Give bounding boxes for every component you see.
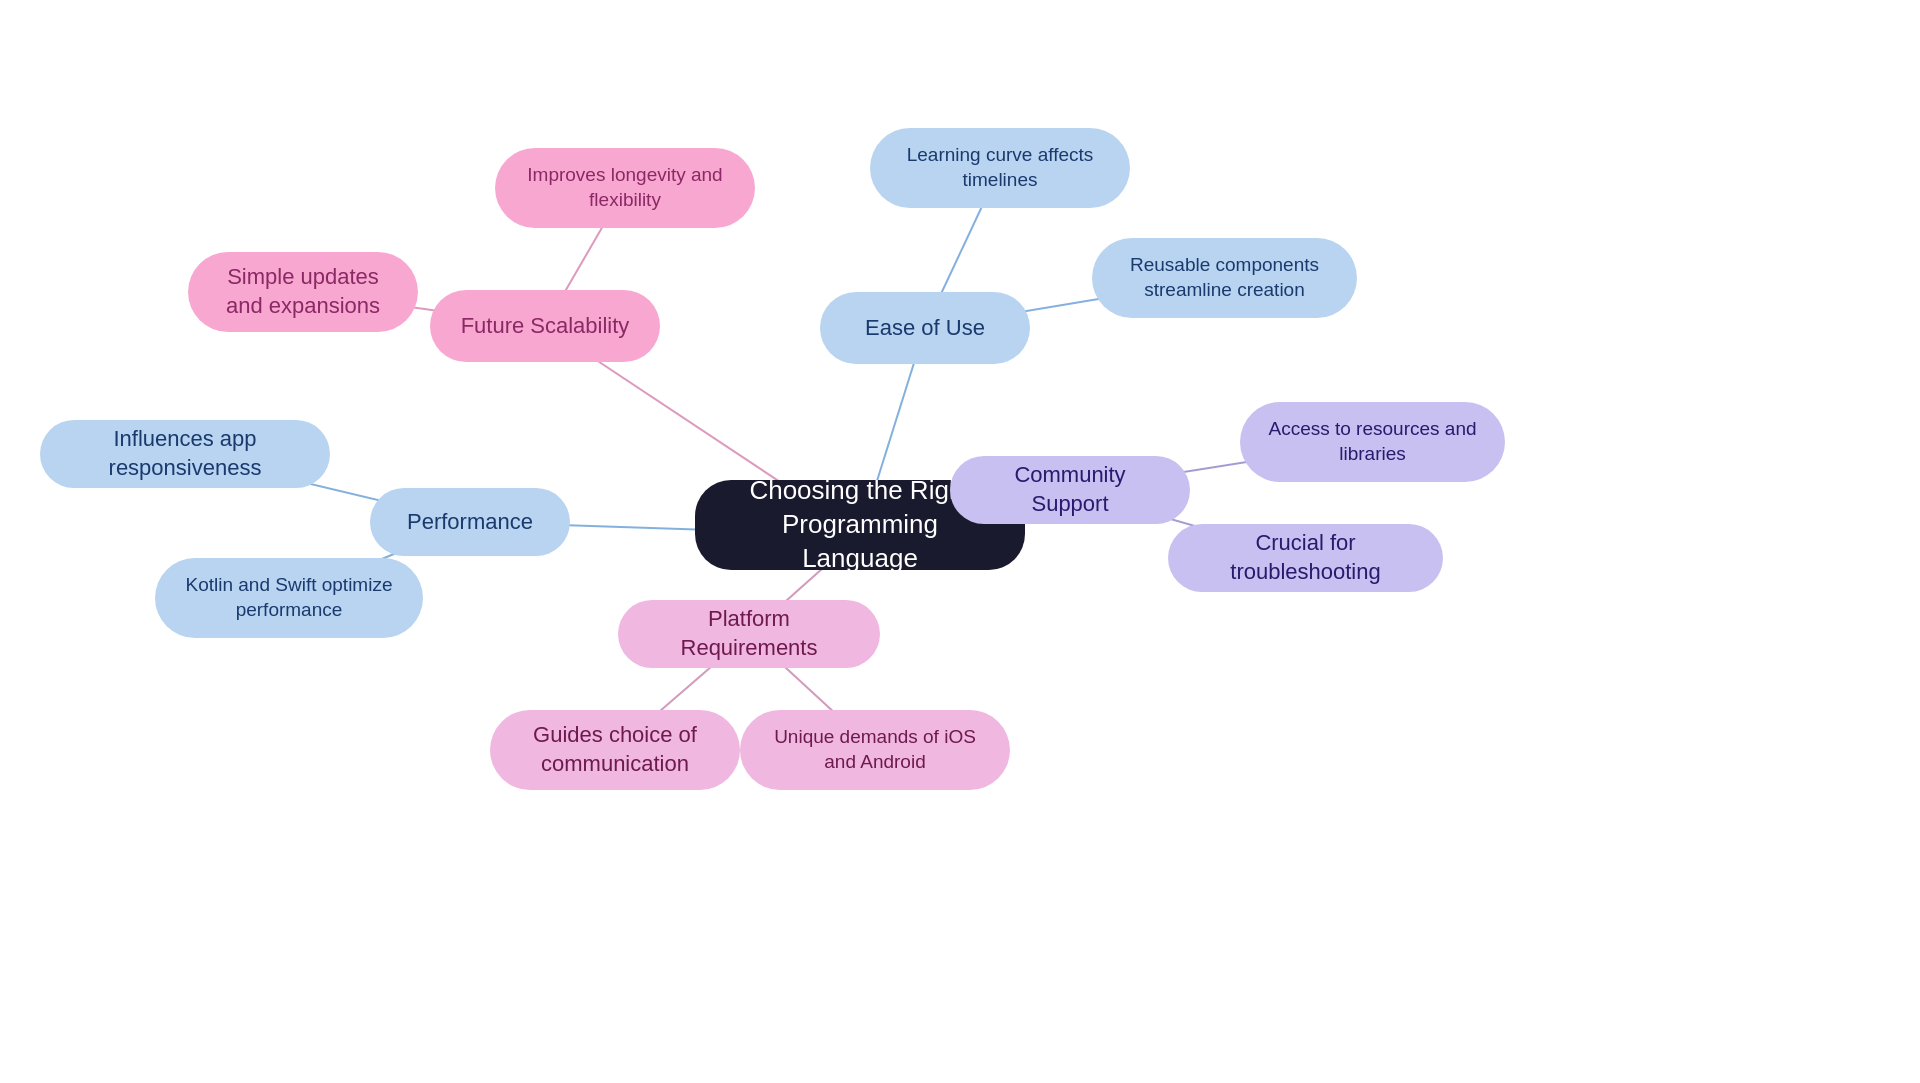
influences-app-node: Influences app responsiveness [40,420,330,488]
ease-of-use-node: Ease of Use [820,292,1030,364]
performance-node: Performance [370,488,570,556]
community-support-node: Community Support [950,456,1190,524]
platform-requirements-node: Platform Requirements [618,600,880,668]
access-resources-node: Access to resources and libraries [1240,402,1505,482]
reusable-components-node: Reusable components streamline creation [1092,238,1357,318]
crucial-troubleshooting-node: Crucial for troubleshooting [1168,524,1443,592]
unique-demands-node: Unique demands of iOS and Android [740,710,1010,790]
simple-updates-node: Simple updates and expansions [188,252,418,332]
kotlin-swift-node: Kotlin and Swift optimize performance [155,558,423,638]
guides-choice-node: Guides choice of communication [490,710,740,790]
future-scalability-node: Future Scalability [430,290,660,362]
improves-longevity-node: Improves longevity and flexibility [495,148,755,228]
learning-curve-node: Learning curve affects timelines [870,128,1130,208]
